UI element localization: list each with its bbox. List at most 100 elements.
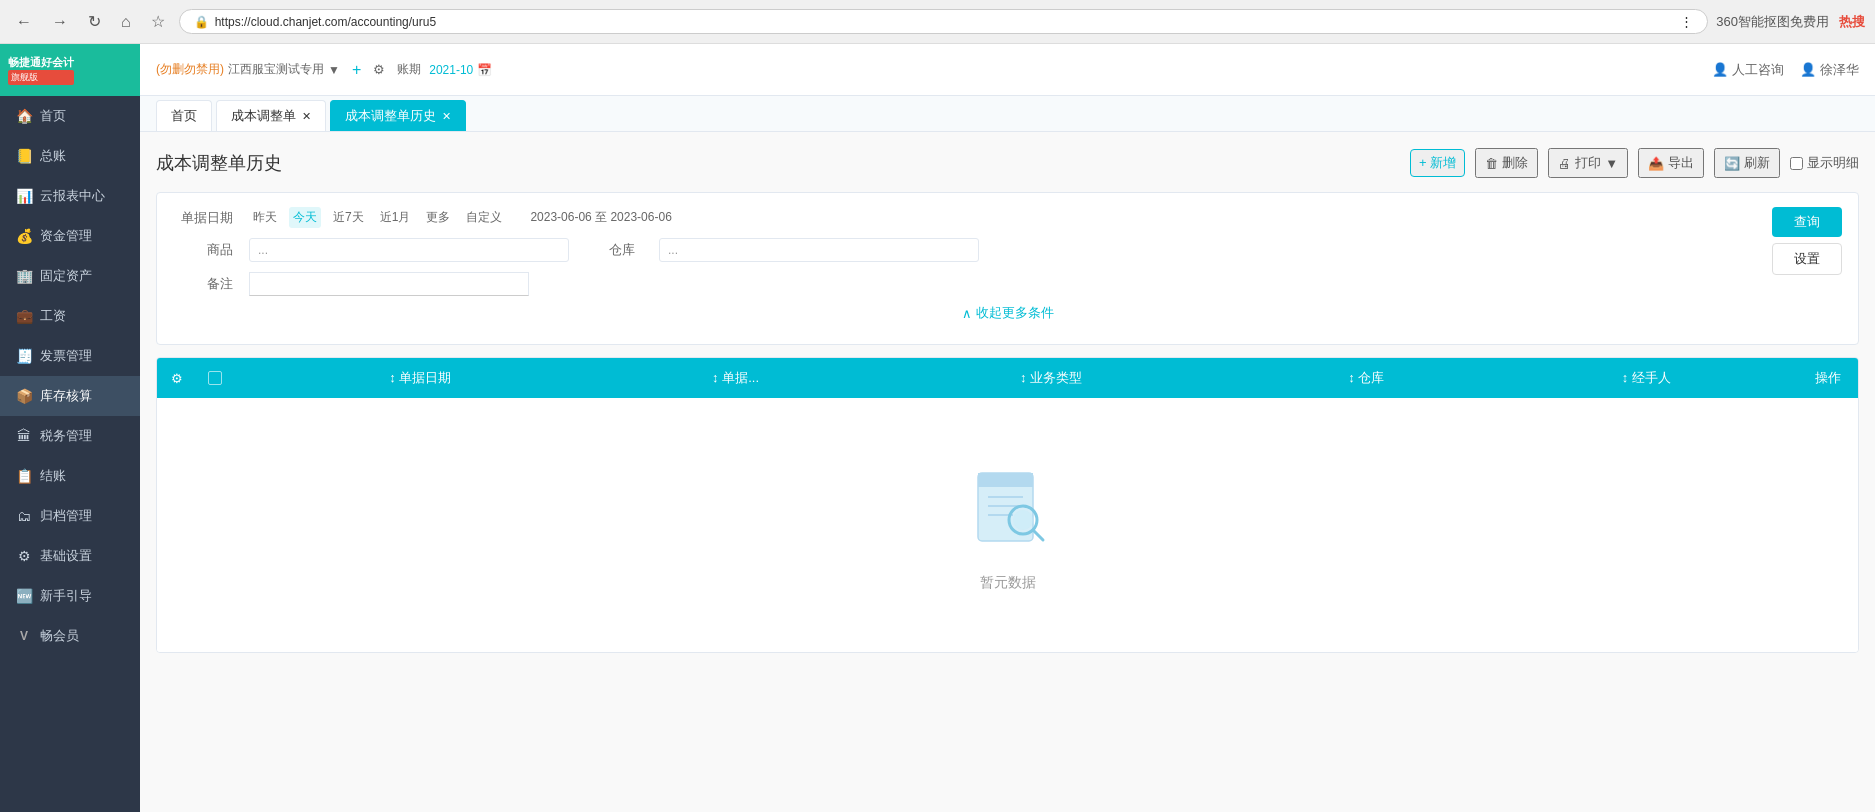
sidebar-item-settings[interactable]: ⚙ 基础设置: [0, 536, 140, 576]
th-date[interactable]: ↕ 单据日期: [233, 369, 607, 387]
warehouse-select[interactable]: ...: [659, 238, 979, 262]
tab-cost-adjust-history-close[interactable]: ✕: [442, 110, 451, 123]
filter-settings-button[interactable]: 设置: [1772, 243, 1842, 275]
sidebar-item-label: 结账: [40, 467, 66, 485]
th-warehouse[interactable]: ↕ 仓库: [1238, 369, 1494, 387]
gear-icon[interactable]: ⚙: [373, 62, 385, 77]
add-account-button[interactable]: +: [352, 61, 361, 79]
print-label: 打印: [1575, 154, 1601, 172]
sidebar-item-invoice[interactable]: 🧾 发票管理: [0, 336, 140, 376]
delete-icon: 🗑: [1485, 156, 1498, 171]
logo-badge: 旗舰版: [8, 70, 74, 85]
th-operations-label: 操作: [1815, 369, 1841, 387]
sidebar-item-label: 库存核算: [40, 387, 92, 405]
th-warehouse-label: ↕ 仓库: [1348, 369, 1384, 387]
delete-button[interactable]: 🗑 删除: [1475, 148, 1538, 178]
th-date-label: ↕ 单据日期: [389, 369, 451, 387]
search-button[interactable]: 查询: [1772, 207, 1842, 237]
goods-select-value: ...: [258, 243, 268, 257]
hot-label: 热搜: [1839, 13, 1865, 31]
sidebar-item-label: 基础设置: [40, 547, 92, 565]
tab-cost-adjust[interactable]: 成本调整单 ✕: [216, 100, 326, 131]
goods-select[interactable]: ...: [249, 238, 569, 262]
tab-cost-adjust-close[interactable]: ✕: [302, 110, 311, 123]
date-shortcut-more[interactable]: 更多: [422, 207, 454, 228]
date-shortcut-7days[interactable]: 近7天: [329, 207, 368, 228]
collapse-btn[interactable]: ∧ 收起更多条件: [962, 304, 1054, 322]
user-profile[interactable]: 👤 徐泽华: [1800, 61, 1859, 79]
back-button[interactable]: ←: [10, 11, 38, 33]
browser-menu-icon: ⋮: [1680, 14, 1693, 29]
th-voucher[interactable]: ↕ 单据...: [607, 369, 863, 387]
filter-note-row: 备注: [173, 272, 1760, 296]
date-shortcut-yesterday[interactable]: 昨天: [249, 207, 281, 228]
warehouse-filter-label: 仓库: [609, 241, 635, 259]
display-toggle[interactable]: 显示明细: [1790, 154, 1859, 172]
sidebar-item-label: 新手引导: [40, 587, 92, 605]
note-input[interactable]: [249, 272, 529, 296]
display-toggle-checkbox[interactable]: [1790, 157, 1803, 170]
top-bar-right: 👤 人工咨询 👤 徐泽华: [1712, 61, 1859, 79]
account-selector[interactable]: (勿删勿禁用) 江西服宝测试专用 ▼: [156, 61, 340, 78]
export-button[interactable]: 📤 导出: [1638, 148, 1704, 178]
tab-home-label: 首页: [171, 107, 197, 125]
date-shortcut-1month[interactable]: 近1月: [376, 207, 415, 228]
sidebar-item-tax[interactable]: 🏛 税务管理: [0, 416, 140, 456]
date-shortcut-custom[interactable]: 自定义: [462, 207, 506, 228]
th-operations: 操作: [1798, 369, 1858, 387]
search-label: 360智能抠图免费用: [1716, 13, 1829, 31]
sidebar-item-home[interactable]: 🏠 首页: [0, 96, 140, 136]
sidebar-item-archive[interactable]: 🗂 归档管理: [0, 496, 140, 536]
sidebar-item-payroll[interactable]: 💼 工资: [0, 296, 140, 336]
sidebar-item-vip[interactable]: V 畅会员: [0, 616, 140, 656]
collapse-label: 收起更多条件: [976, 304, 1054, 322]
top-bar-left: (勿删勿禁用) 江西服宝测试专用 ▼ + ⚙ 账期 2021-10 📅: [156, 61, 492, 79]
sidebar-item-guide[interactable]: 🆕 新手引导: [0, 576, 140, 616]
period-value: 2021-10: [429, 63, 473, 77]
new-button[interactable]: + 新增: [1410, 149, 1465, 177]
goods-filter-label: 商品: [173, 241, 233, 259]
sidebar-item-settlement[interactable]: 📋 结账: [0, 456, 140, 496]
app-container: 畅捷通好会计 旗舰版 🏠 首页 📒 总账 📊 云报表中心 💰 资金管理: [0, 44, 1875, 812]
sidebar-item-inventory[interactable]: 📦 库存核算: [0, 376, 140, 416]
refresh-button[interactable]: 🔄 刷新: [1714, 148, 1780, 178]
address-bar[interactable]: 🔒 https://cloud.chanjet.com/accounting/u…: [179, 9, 1709, 34]
date-shortcut-today[interactable]: 今天: [289, 207, 321, 228]
main-content: (勿删勿禁用) 江西服宝测试专用 ▼ + ⚙ 账期 2021-10 📅 👤 人工…: [140, 44, 1875, 812]
sidebar-item-ledger[interactable]: 📒 总账: [0, 136, 140, 176]
sidebar-item-label: 云报表中心: [40, 187, 105, 205]
bookmark-button[interactable]: ☆: [145, 10, 171, 33]
tab-home[interactable]: 首页: [156, 100, 212, 131]
sidebar-item-reports[interactable]: 📊 云报表中心: [0, 176, 140, 216]
sidebar-item-label: 归档管理: [40, 507, 92, 525]
th-check[interactable]: [197, 371, 233, 385]
th-handler[interactable]: ↕ 经手人: [1494, 369, 1798, 387]
refresh-button[interactable]: ↻: [82, 10, 107, 33]
print-icon: 🖨: [1558, 156, 1571, 171]
sidebar-item-funds[interactable]: 💰 资金管理: [0, 216, 140, 256]
ledger-icon: 📒: [16, 148, 32, 164]
forward-button[interactable]: →: [46, 11, 74, 33]
sidebar-item-label: 总账: [40, 147, 66, 165]
tab-bar: 首页 成本调整单 ✕ 成本调整单历史 ✕: [140, 96, 1875, 132]
filter-date-row: 单据日期 昨天 今天 近7天 近1月 更多 自定义 2023-06-06 至 2…: [173, 207, 1760, 228]
service-btn[interactable]: 👤 人工咨询: [1712, 61, 1784, 79]
sidebar-item-fixed-assets[interactable]: 🏢 固定资产: [0, 256, 140, 296]
tax-icon: 🏛: [16, 428, 32, 444]
refresh-label: 刷新: [1744, 154, 1770, 172]
select-all-checkbox[interactable]: [208, 371, 222, 385]
filter-goods-row: 商品 ... 仓库 ...: [173, 238, 1760, 262]
page-content: 成本调整单历史 + 新增 🗑 删除 🖨 打印 ▼ 📤 导出: [140, 132, 1875, 812]
calendar-icon[interactable]: 📅: [477, 63, 492, 77]
display-toggle-label: 显示明细: [1807, 154, 1859, 172]
th-voucher-label: ↕ 单据...: [712, 369, 759, 387]
th-settings[interactable]: ⚙: [157, 371, 197, 386]
logo-text: 畅捷通好会计: [8, 55, 74, 69]
tab-cost-adjust-history[interactable]: 成本调整单历史 ✕: [330, 100, 466, 131]
print-button[interactable]: 🖨 打印 ▼: [1548, 148, 1628, 178]
ssl-lock-icon: 🔒: [194, 15, 209, 29]
empty-text: 暂元数据: [980, 574, 1036, 592]
empty-icon: [958, 458, 1058, 558]
home-button[interactable]: ⌂: [115, 11, 137, 33]
th-biz-type[interactable]: ↕ 业务类型: [864, 369, 1238, 387]
